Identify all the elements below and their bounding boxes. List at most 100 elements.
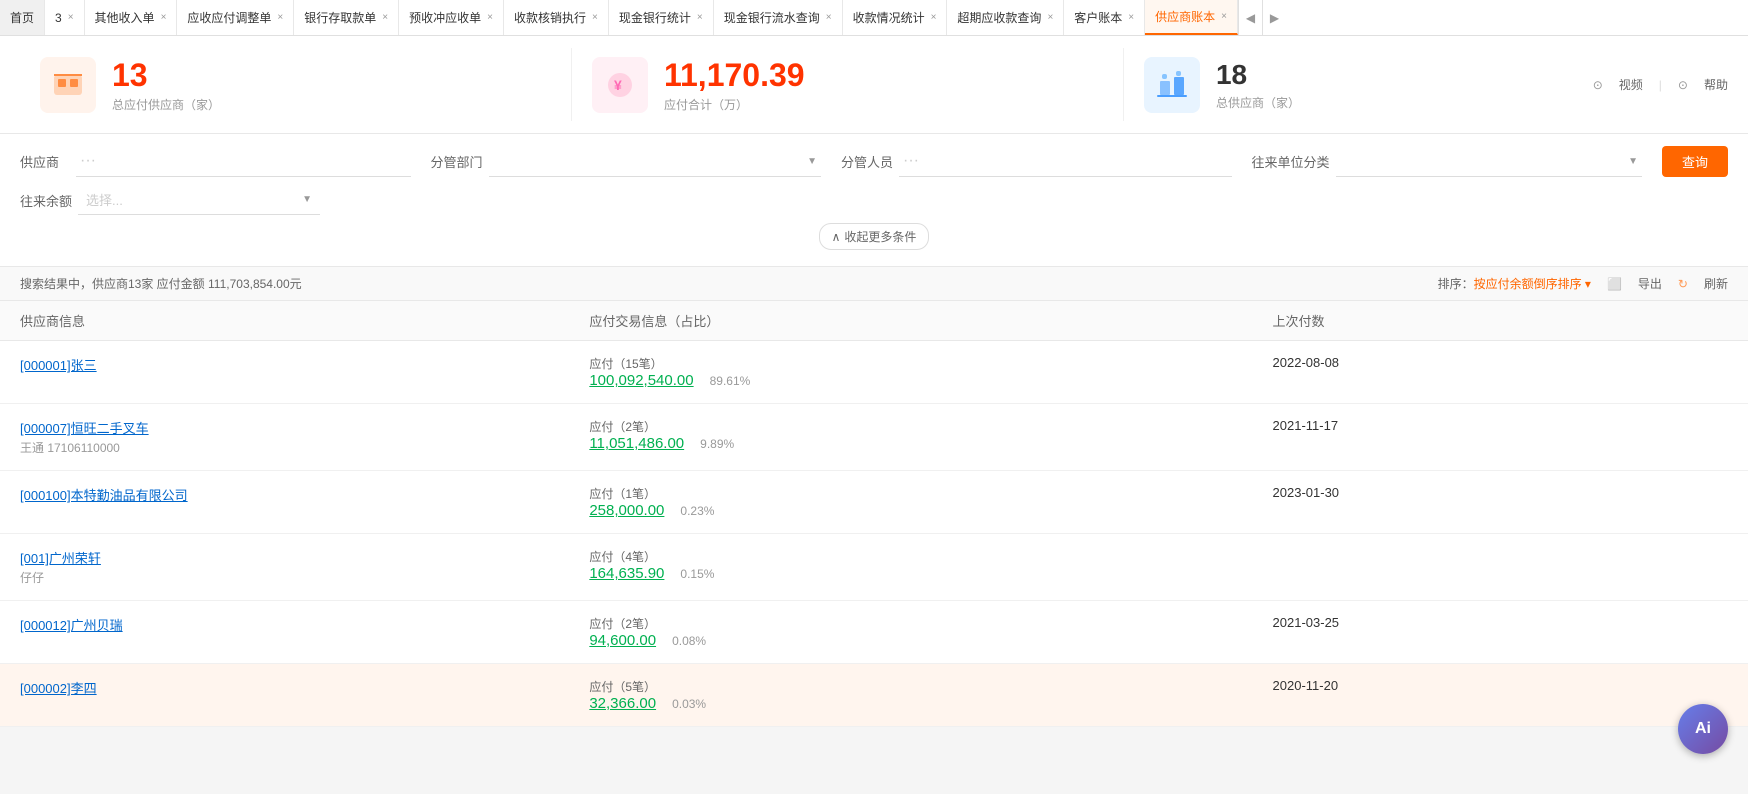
nav-tab3[interactable]: 3 × <box>45 0 85 35</box>
help-link[interactable]: 帮助 <box>1704 76 1728 93</box>
nav-cash-bank-stat[interactable]: 现金银行统计 × <box>609 0 714 35</box>
sort-value[interactable]: 按应付余额倒序排序 ▾ <box>1474 277 1591 291</box>
collapse-label: 收起更多条件 <box>844 228 916 245</box>
nav-receipt-exec-close[interactable]: × <box>592 12 598 23</box>
supplier-link-6[interactable]: [000002]李四 <box>20 678 589 697</box>
nav-receipt-stat-close[interactable]: × <box>931 12 937 23</box>
dept-select-container[interactable]: ▼ <box>489 147 821 177</box>
nav-advance-ar[interactable]: 预收冲应收单 × <box>399 0 504 35</box>
nav-tab3-label: 3 <box>55 11 62 25</box>
nav-customer-ledger-close[interactable]: × <box>1128 12 1134 23</box>
nav-other-income[interactable]: 其他收入单 × <box>85 0 178 35</box>
tx-row-3: 258,000.00 0.23% <box>589 502 1272 519</box>
summary-info-1: 13 总应付供应商（家） <box>112 56 220 113</box>
nav-bank-deposit-close[interactable]: × <box>382 12 388 23</box>
supplier-link-5[interactable]: [000012]广州贝瑞 <box>20 615 589 634</box>
table-row: [000007]恒旺二手叉车 王通 17106110000 应付（2笔） 11,… <box>0 404 1748 471</box>
col-last-pay: 上次付数 <box>1273 311 1728 330</box>
nav-ar-adjust[interactable]: 应收应付调整单 × <box>177 0 294 35</box>
supplier-input-container[interactable]: ··· <box>76 147 411 177</box>
tx-amount-3[interactable]: 258,000.00 <box>589 502 664 519</box>
balance-select-container[interactable]: 选择... ▼ <box>78 185 320 215</box>
tx-label-4: 应付（4笔） <box>589 548 1272 565</box>
result-info-text: 搜索结果中，供应商13家 应付金额 111,703,854.00元 <box>20 275 302 292</box>
supplier-link-1[interactable]: [000001]张三 <box>20 355 589 374</box>
nav-customer-ledger[interactable]: 客户账本 × <box>1064 0 1145 35</box>
export-button[interactable]: 导出 <box>1638 275 1662 292</box>
nav-tab3-close[interactable]: × <box>68 12 74 23</box>
nav-other-income-close[interactable]: × <box>161 12 167 23</box>
supplier-link-2[interactable]: [000007]恒旺二手叉车 <box>20 418 589 437</box>
nav-overdue-ar[interactable]: 超期应收款查询 × <box>947 0 1064 35</box>
data-table: 供应商信息 应付交易信息（占比） 上次付数 [000001]张三 应付（15笔）… <box>0 301 1748 727</box>
nav-next-arrow[interactable]: ▶ <box>1262 0 1286 35</box>
tx-amount-6[interactable]: 32,366.00 <box>589 695 656 712</box>
last-pay-col-5: 2021-03-25 <box>1273 615 1728 630</box>
tx-row-2: 11,051,486.00 9.89% <box>589 435 1272 452</box>
supplier-link-4[interactable]: [001]广州荣轩 <box>20 548 589 567</box>
dept-filter-label: 分管部门 <box>431 152 483 171</box>
nav-bank-deposit[interactable]: 银行存取款单 × <box>294 0 399 35</box>
supplier-col-6: [000002]李四 <box>20 678 589 697</box>
tx-col-2: 应付（2笔） 11,051,486.00 9.89% <box>589 418 1272 452</box>
collapse-container: ∧ 收起更多条件 <box>20 223 1728 250</box>
person-input-container[interactable]: ··· <box>899 147 1231 177</box>
nav-cash-bank-flow-close[interactable]: × <box>826 12 832 23</box>
nav-ar-adjust-close[interactable]: × <box>277 12 283 23</box>
nav-cash-bank-stat-close[interactable]: × <box>697 12 703 23</box>
dept-chevron-icon: ▼ <box>807 156 817 167</box>
tx-amount-4[interactable]: 164,635.90 <box>589 565 664 582</box>
supplier-dots-icon: ··· <box>80 152 96 170</box>
export-icon: ⬜ <box>1607 277 1622 291</box>
sort-prefix: 排序： <box>1438 277 1474 291</box>
filter-person: 分管人员 ··· <box>841 147 1232 177</box>
last-pay-6: 2020-11-20 <box>1273 678 1339 693</box>
nav-advance-ar-close[interactable]: × <box>487 12 493 23</box>
nav-receipt-stat[interactable]: 收款情况统计 × <box>843 0 948 35</box>
tx-row-1: 100,092,540.00 89.61% <box>589 372 1272 389</box>
tx-amount-5[interactable]: 94,600.00 <box>589 632 656 649</box>
nav-cash-bank-flow[interactable]: 现金银行流水查询 × <box>714 0 843 35</box>
video-link[interactable]: 视频 <box>1619 76 1643 93</box>
total-amount-label: 应付合计（万） <box>664 96 805 113</box>
nav-overdue-ar-close[interactable]: × <box>1047 12 1053 23</box>
nav-supplier-ledger-close[interactable]: × <box>1221 11 1227 22</box>
tx-label-3: 应付（1笔） <box>589 485 1272 502</box>
tx-row-4: 164,635.90 0.15% <box>589 565 1272 582</box>
tx-label-1: 应付（15笔） <box>589 355 1272 372</box>
nav-receipt-stat-label: 收款情况统计 <box>853 9 925 26</box>
supplier-col-2: [000007]恒旺二手叉车 王通 17106110000 <box>20 418 589 456</box>
filter-balance: 往来余额 选择... ▼ <box>20 185 320 215</box>
nav-prev-arrow[interactable]: ◀ <box>1238 0 1262 35</box>
nav-supplier-ledger[interactable]: 供应商账本 × <box>1145 0 1238 35</box>
tx-col-4: 应付（4笔） 164,635.90 0.15% <box>589 548 1272 582</box>
person-filter-label: 分管人员 <box>841 152 893 171</box>
table-header: 供应商信息 应付交易信息（占比） 上次付数 <box>0 301 1748 341</box>
tx-col-1: 应付（15笔） 100,092,540.00 89.61% <box>589 355 1272 389</box>
total-payable-suppliers-label: 总应付供应商（家） <box>112 96 220 113</box>
table-row: [000100]本特勤油品有限公司 应付（1笔） 258,000.00 0.23… <box>0 471 1748 534</box>
supplier-link-3[interactable]: [000100]本特勤油品有限公司 <box>20 485 589 504</box>
category-filter-label: 往来单位分类 <box>1252 152 1330 171</box>
tx-amount-2[interactable]: 11,051,486.00 <box>589 435 684 452</box>
tx-amount-1[interactable]: 100,092,540.00 <box>589 372 693 389</box>
nav-cash-bank-stat-label: 现金银行统计 <box>619 9 691 26</box>
table-row: [001]广州荣轩 仔仔 应付（4笔） 164,635.90 0.15% <box>0 534 1748 601</box>
last-pay-col-3: 2023-01-30 <box>1273 485 1728 500</box>
balance-placeholder: 选择... <box>86 190 123 209</box>
summary-card-total-suppliers: 18 总供应商（家） <box>1124 49 1573 121</box>
filter-area: 供应商 ··· 分管部门 ▼ 分管人员 ··· 往来单位分类 ▼ 查询 <box>0 134 1748 267</box>
nav-home-label: 首页 <box>10 9 34 26</box>
total-amount-number: 11,170.39 <box>664 56 805 94</box>
total-suppliers-number: 18 <box>1216 58 1300 92</box>
query-button[interactable]: 查询 <box>1662 146 1728 177</box>
category-select-container[interactable]: ▼ <box>1336 147 1642 177</box>
summary-card-suppliers: 13 总应付供应商（家） <box>20 48 572 121</box>
ai-button[interactable]: Ai <box>1678 704 1728 754</box>
nav-receipt-exec[interactable]: 收款核销执行 × <box>504 0 609 35</box>
nav-customer-ledger-label: 客户账本 <box>1074 9 1122 26</box>
summary-actions: ⊙ 视频 | ⊙ 帮助 <box>1573 76 1728 93</box>
nav-home[interactable]: 首页 <box>0 0 45 35</box>
collapse-button[interactable]: ∧ 收起更多条件 <box>819 223 930 250</box>
refresh-button[interactable]: 刷新 <box>1704 275 1728 292</box>
